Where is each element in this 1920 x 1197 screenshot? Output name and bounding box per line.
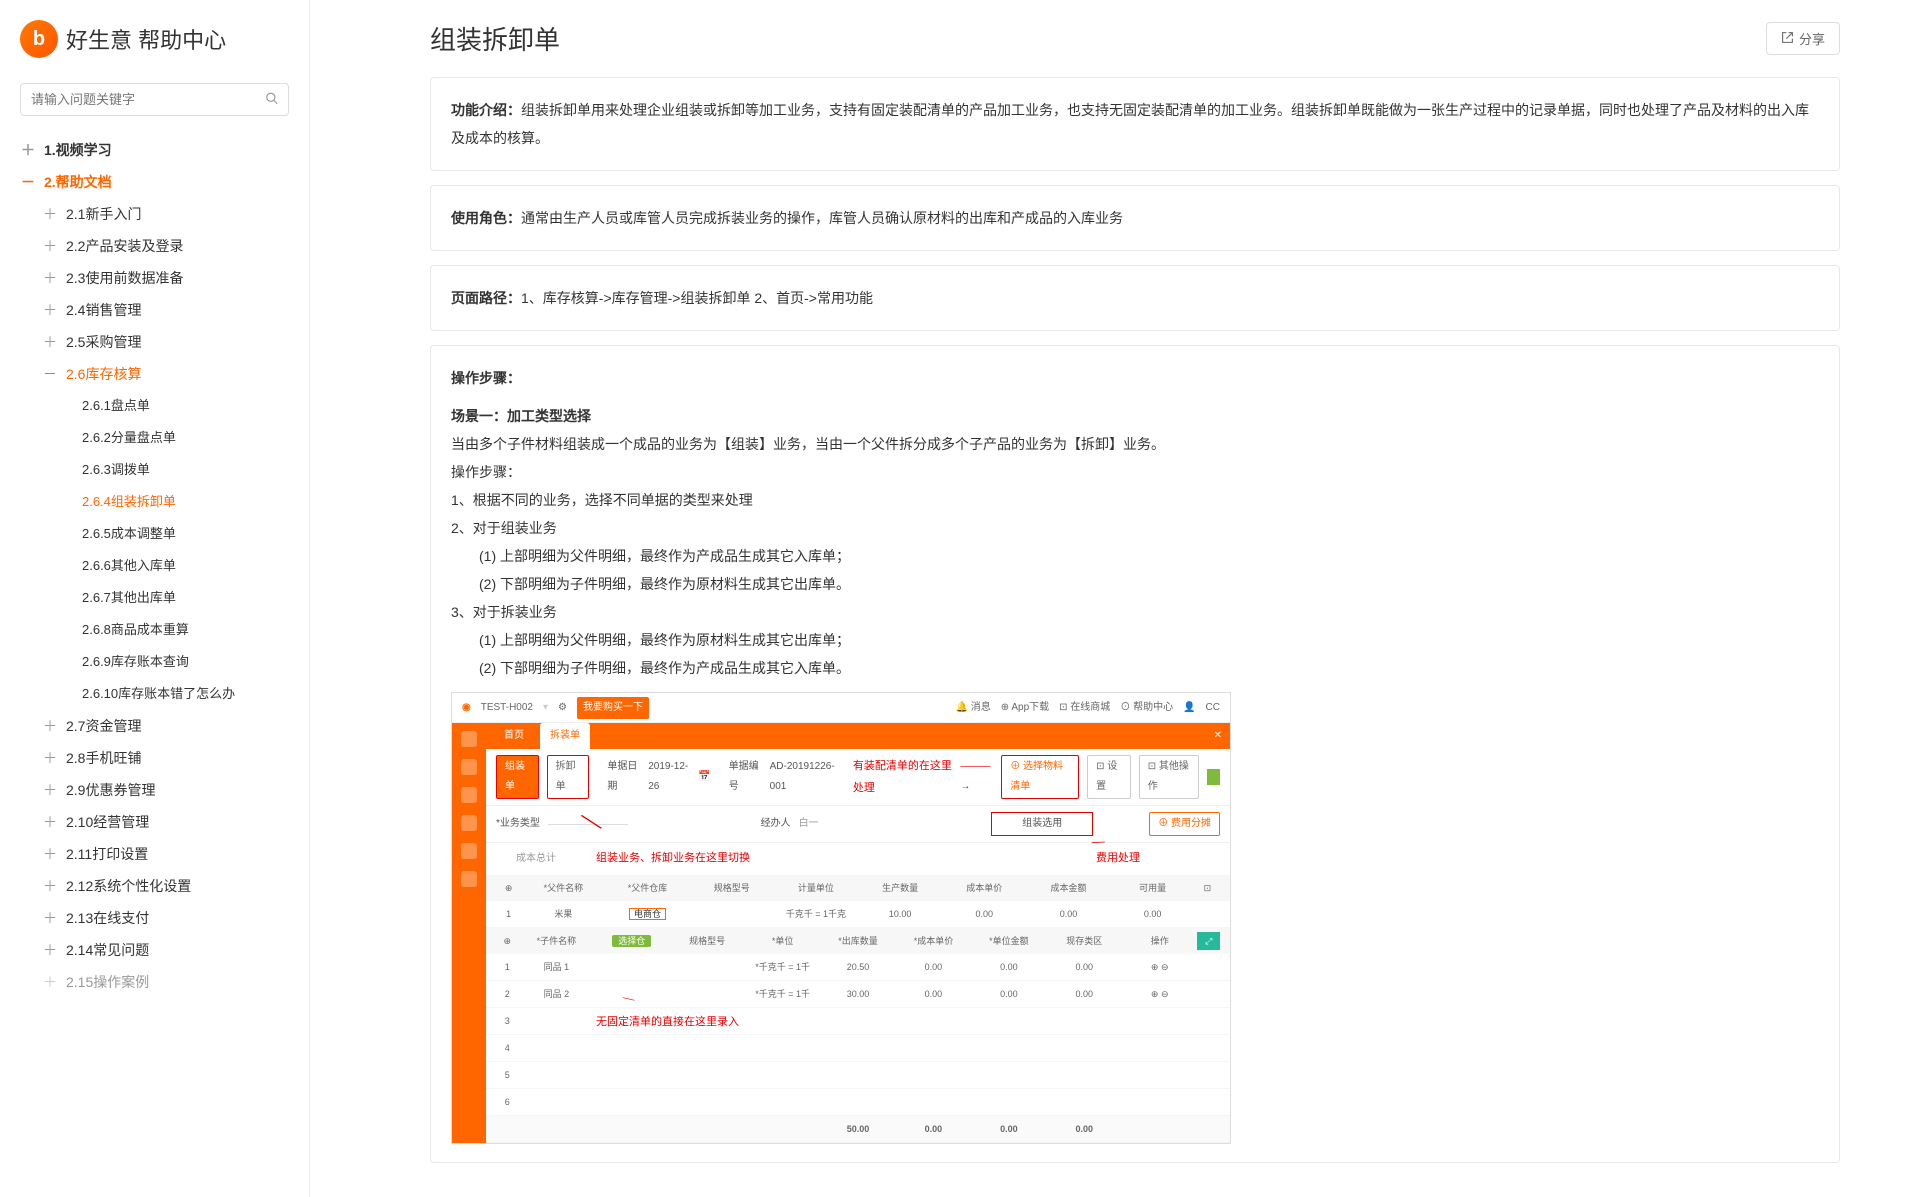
minus-icon: － — [20, 174, 36, 190]
nav-2-7[interactable]: ＋2.7资金管理 — [20, 710, 289, 742]
plus-icon: ＋ — [20, 142, 36, 158]
nav-2-15[interactable]: ＋2.15操作案例 — [20, 966, 289, 998]
logo-icon: b — [20, 20, 58, 58]
role-label: 使用角色： — [451, 210, 521, 226]
path-text: 1、库存核算->库存管理->组装拆卸单 2、首页->常用功能 — [521, 290, 873, 306]
embedded-screenshot: ◉ TEST-H002 ▾ ⚙ 我要购买一下 🔔 消息 ⊕ App下载 ⊡ 在线… — [451, 692, 1231, 1144]
plus-icon: ＋ — [42, 910, 58, 926]
content: 组装拆卸单 分享 功能介绍：组装拆卸单用来处理企业组装或拆卸等加工业务，支持有固… — [310, 0, 1920, 1197]
logo: b 好生意 帮助中心 — [20, 20, 289, 58]
plus-icon: ＋ — [42, 878, 58, 894]
minus-icon: － — [42, 366, 58, 382]
plus-icon: ＋ — [42, 206, 58, 222]
nav-2-6-2[interactable]: 2.6.2分量盘点单 — [20, 422, 289, 454]
plus-icon: ＋ — [42, 942, 58, 958]
plus-icon: ＋ — [42, 782, 58, 798]
nav-docs[interactable]: －2.帮助文档 — [20, 166, 289, 198]
nav-2-11[interactable]: ＋2.11打印设置 — [20, 838, 289, 870]
intro-text: 组装拆卸单用来处理企业组装或拆卸等加工业务，支持有固定装配清单的产品加工业务，也… — [451, 102, 1809, 146]
path-label: 页面路径： — [451, 290, 521, 306]
search-box — [20, 83, 289, 116]
nav-video[interactable]: ＋1.视频学习 — [20, 134, 289, 166]
nav-2-6-4[interactable]: 2.6.4组装拆卸单 — [20, 486, 289, 518]
scene1-label: 场景一：加工类型选择 — [451, 402, 1819, 430]
plus-icon: ＋ — [42, 270, 58, 286]
nav-2-6-7[interactable]: 2.6.7其他出库单 — [20, 582, 289, 614]
nav-2-9[interactable]: ＋2.9优惠券管理 — [20, 774, 289, 806]
sidebar: b 好生意 帮助中心 ＋1.视频学习 －2.帮助文档 ＋2.1新手入门 ＋2.2… — [0, 0, 310, 1197]
nav-tree: ＋1.视频学习 －2.帮助文档 ＋2.1新手入门 ＋2.2产品安装及登录 ＋2.… — [20, 134, 289, 998]
nav-2-6-6[interactable]: 2.6.6其他入库单 — [20, 550, 289, 582]
role-card: 使用角色：通常由生产人员或库管人员完成拆装业务的操作，库管人员确认原材料的出库和… — [430, 185, 1840, 251]
nav-2-6-5[interactable]: 2.6.5成本调整单 — [20, 518, 289, 550]
plus-icon: ＋ — [42, 750, 58, 766]
step2-2: (2) 下部明细为子件明细，最终作为原材料生成其它出库单。 — [451, 570, 1819, 598]
ss-logo-icon: ◉ — [462, 698, 471, 718]
nav-2-14[interactable]: ＋2.14常见问题 — [20, 934, 289, 966]
plus-icon: ＋ — [42, 238, 58, 254]
nav-2-13[interactable]: ＋2.13在线支付 — [20, 902, 289, 934]
step3: 3、对于拆装业务 — [451, 598, 1819, 626]
nav-2-10[interactable]: ＋2.10经营管理 — [20, 806, 289, 838]
op-label: 操作步骤： — [451, 458, 1819, 486]
page-title: 组装拆卸单 — [430, 20, 560, 57]
steps-card: 操作步骤： 场景一：加工类型选择 当由多个子件材料组装成一个成品的业务为【组装】… — [430, 345, 1840, 1163]
intro-card: 功能介绍：组装拆卸单用来处理企业组装或拆卸等加工业务，支持有固定装配清单的产品加… — [430, 77, 1840, 171]
nav-2-5[interactable]: ＋2.5采购管理 — [20, 326, 289, 358]
nav-2-6-1[interactable]: 2.6.1盘点单 — [20, 390, 289, 422]
calendar-icon: 📅 — [698, 767, 710, 787]
step2: 2、对于组装业务 — [451, 514, 1819, 542]
scene1-desc: 当由多个子件材料组装成一个成品的业务为【组装】业务，当由一个父件拆分成多个子产品… — [451, 430, 1819, 458]
nav-2-2[interactable]: ＋2.2产品安装及登录 — [20, 230, 289, 262]
nav-2-3[interactable]: ＋2.3使用前数据准备 — [20, 262, 289, 294]
step3-1: (1) 上部明细为父件明细，最终作为原材料生成其它出库单； — [451, 626, 1819, 654]
nav-2-6-8[interactable]: 2.6.8商品成本重算 — [20, 614, 289, 646]
gear-icon: ⚙ — [558, 698, 567, 718]
ss-sidebar — [452, 723, 486, 1143]
nav-2-12[interactable]: ＋2.12系统个性化设置 — [20, 870, 289, 902]
path-card: 页面路径：1、库存核算->库存管理->组装拆卸单 2、首页->常用功能 — [430, 265, 1840, 331]
nav-2-6-3[interactable]: 2.6.3调拨单 — [20, 454, 289, 486]
plus-icon: ＋ — [42, 846, 58, 862]
step2-1: (1) 上部明细为父件明细，最终作为产成品生成其它入库单； — [451, 542, 1819, 570]
plus-icon: ＋ — [42, 974, 58, 990]
share-icon — [1781, 31, 1794, 47]
nav-2-6[interactable]: －2.6库存核算 — [20, 358, 289, 390]
close-icon: ✕ — [1214, 726, 1222, 746]
nav-2-4[interactable]: ＋2.4销售管理 — [20, 294, 289, 326]
steps-label: 操作步骤： — [451, 364, 1819, 392]
plus-icon: ＋ — [42, 302, 58, 318]
nav-2-8[interactable]: ＋2.8手机旺铺 — [20, 742, 289, 774]
site-title: 好生意 帮助中心 — [66, 23, 226, 55]
avatar-icon: 👤 — [1183, 698, 1195, 718]
nav-2-6-9[interactable]: 2.6.9库存账本查询 — [20, 646, 289, 678]
role-text: 通常由生产人员或库管人员完成拆装业务的操作，库管人员确认原材料的出库和产成品的入… — [521, 210, 1123, 226]
plus-icon: ＋ — [42, 814, 58, 830]
nav-2-1[interactable]: ＋2.1新手入门 — [20, 198, 289, 230]
plus-icon: ＋ — [42, 334, 58, 350]
search-icon[interactable] — [265, 91, 279, 108]
share-button[interactable]: 分享 — [1766, 22, 1840, 55]
step1: 1、根据不同的业务，选择不同单据的类型来处理 — [451, 486, 1819, 514]
plus-icon: ＋ — [42, 718, 58, 734]
bell-icon: 🔔 消息 — [956, 698, 991, 718]
nav-2-6-10[interactable]: 2.6.10库存账本错了怎么办 — [20, 678, 289, 710]
intro-label: 功能介绍： — [451, 102, 521, 118]
search-input[interactable] — [20, 83, 289, 116]
step3-2: (2) 下部明细为子件明细，最终作为产成品生成其它入库单。 — [451, 654, 1819, 682]
